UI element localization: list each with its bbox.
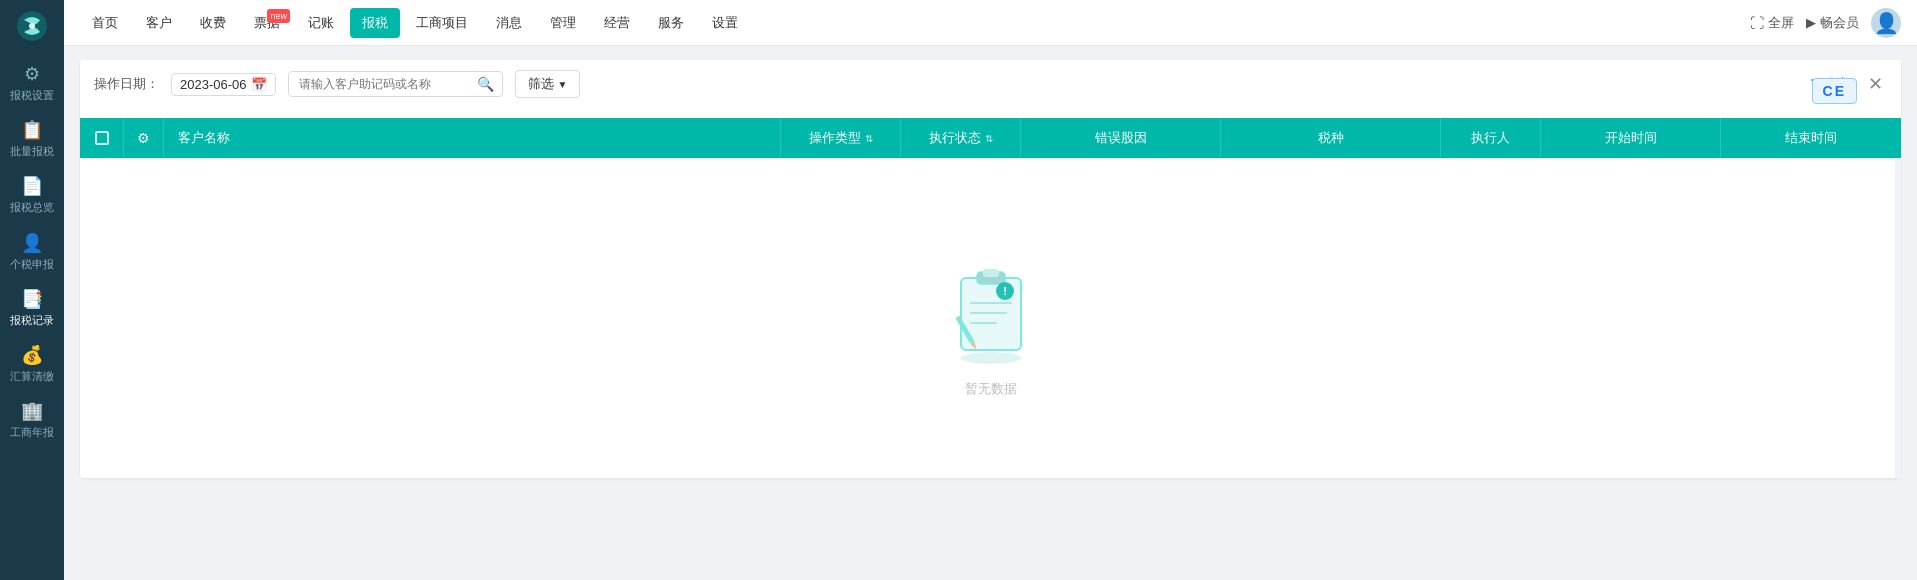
sidebar-item-piliangbaoshui[interactable]: 📋 批量报税 xyxy=(0,110,64,166)
baoshui-shezhi-icon: ⚙ xyxy=(20,62,44,86)
nav-baoshui[interactable]: 报税 xyxy=(350,8,400,38)
ce-badge: CE xyxy=(1812,78,1857,104)
date-value: 2023-06-06 xyxy=(180,77,247,92)
sort-icon-optype: ⇅ xyxy=(865,133,873,144)
filter-button[interactable]: 筛选 ▼ xyxy=(515,70,581,98)
search-box: 🔍 xyxy=(288,71,503,97)
nav-gongshang[interactable]: 工商项目 xyxy=(404,8,480,38)
nav-guanli[interactable]: 管理 xyxy=(538,8,588,38)
calendar-icon: 📅 xyxy=(251,77,267,92)
fullscreen-icon: ⛶ xyxy=(1750,15,1764,31)
select-all-checkbox[interactable] xyxy=(95,131,109,145)
fullscreen-btn[interactable]: ⛶ 全屏 xyxy=(1750,14,1794,32)
th-error: 错误股因 xyxy=(1021,118,1221,158)
nav-jizhang[interactable]: 记账 xyxy=(296,8,346,38)
huisuan-icon: 💰 xyxy=(20,343,44,367)
th-checkbox[interactable] xyxy=(80,118,124,158)
sidebar-item-huisuan[interactable]: 💰 汇算清缴 xyxy=(0,335,64,391)
th-executor: 执行人 xyxy=(1441,118,1541,158)
nav-fuwu[interactable]: 服务 xyxy=(646,8,696,38)
sidebar-item-gongshangnianba-label: 工商年报 xyxy=(10,426,54,439)
nav-piaoju[interactable]: 票据 new xyxy=(242,8,292,38)
main-area: 首页 客户 收费 票据 new 记账 报税 工商项目 消息 管理 经营 服务 设… xyxy=(64,0,1917,580)
filter-bar: 操作日期： 2023-06-06 📅 🔍 筛选 ▼ ↻ 刷新 xyxy=(80,60,1901,108)
baoshuijilu-icon: 📑 xyxy=(20,287,44,311)
sidebar-item-huisuan-label: 汇算清缴 xyxy=(10,370,54,383)
th-tax: 税种 xyxy=(1221,118,1441,158)
th-status[interactable]: 执行状态 ⇅ xyxy=(901,118,1021,158)
content-area: 操作日期： 2023-06-06 📅 🔍 筛选 ▼ ↻ 刷新 xyxy=(64,46,1917,580)
empty-state: ! 暂无数据 xyxy=(80,158,1901,478)
nav-shezhi[interactable]: 设置 xyxy=(700,8,750,38)
sidebar-item-baoshuijilu[interactable]: 📑 报税记录 xyxy=(0,279,64,335)
empty-text: 暂无数据 xyxy=(965,380,1017,398)
filter-label-text: 筛选 xyxy=(528,75,554,93)
search-input[interactable] xyxy=(289,73,469,95)
svg-rect-5 xyxy=(983,269,999,277)
nav-shoufei[interactable]: 收费 xyxy=(188,8,238,38)
sidebar-item-baoshui-shezhi[interactable]: ⚙ 报税设置 xyxy=(0,54,64,110)
table-body: ! 暂无数据 xyxy=(80,158,1901,478)
close-button[interactable]: ✕ xyxy=(1864,73,1887,95)
sidebar-item-geshuishenbao[interactable]: 👤 个税申报 xyxy=(0,223,64,279)
new-badge: new xyxy=(267,9,290,23)
nav-customer[interactable]: 客户 xyxy=(134,8,184,38)
chevron-down-icon: ▼ xyxy=(558,79,568,90)
sidebar-item-baoshui-shezhi-label: 报税设置 xyxy=(10,89,54,102)
top-navigation: 首页 客户 收费 票据 new 记账 报税 工商项目 消息 管理 经营 服务 设… xyxy=(64,0,1917,46)
sidebar: ⚙ 报税设置 📋 批量报税 📄 报税总览 👤 个税申报 📑 报税记录 💰 汇算清… xyxy=(0,0,64,580)
settings-icon: ⚙ xyxy=(137,130,150,146)
th-starttime: 开始时间 xyxy=(1541,118,1721,158)
nav-items: 首页 客户 收费 票据 new 记账 报税 工商项目 消息 管理 经营 服务 设… xyxy=(80,8,1750,38)
date-label: 操作日期： xyxy=(94,75,159,93)
topnav-right: ⛶ 全屏 ▶ 畅会员 👤 xyxy=(1750,8,1901,38)
nav-jingying[interactable]: 经营 xyxy=(592,8,642,38)
sort-icon-status: ⇅ xyxy=(985,133,993,144)
nav-home[interactable]: 首页 xyxy=(80,8,130,38)
th-settings[interactable]: ⚙ xyxy=(124,118,164,158)
nav-xiaoxi[interactable]: 消息 xyxy=(484,8,534,38)
table-container: ⚙ 客户名称 操作类型 ⇅ 执行状态 ⇅ 错误股因 xyxy=(80,118,1901,478)
geshuishenbao-icon: 👤 xyxy=(20,231,44,255)
member-btn[interactable]: ▶ 畅会员 xyxy=(1806,14,1859,32)
table-header: ⚙ 客户名称 操作类型 ⇅ 执行状态 ⇅ 错误股因 xyxy=(80,118,1901,158)
sidebar-item-baoshuizonglan-label: 报税总览 xyxy=(10,201,54,214)
baoshuizonglan-icon: 📄 xyxy=(20,174,44,198)
sidebar-item-gongshangnianba[interactable]: 🏢 工商年报 xyxy=(0,391,64,447)
play-icon: ▶ xyxy=(1806,15,1816,30)
th-endtime: 结束时间 xyxy=(1721,118,1901,158)
search-button[interactable]: 🔍 xyxy=(469,72,502,96)
app-logo[interactable] xyxy=(14,8,50,44)
empty-illustration: ! xyxy=(941,258,1041,368)
th-client: 客户名称 xyxy=(164,118,781,158)
sidebar-item-baoshuijilu-label: 报税记录 xyxy=(10,314,54,327)
scrollbar[interactable] xyxy=(1895,158,1901,478)
piliangbaoshui-icon: 📋 xyxy=(20,118,44,142)
member-label: 畅会员 xyxy=(1820,14,1859,32)
svg-text:!: ! xyxy=(1003,285,1007,297)
svg-point-2 xyxy=(961,352,1021,364)
sidebar-item-piliangbaoshui-label: 批量报税 xyxy=(10,145,54,158)
sidebar-item-geshuishenbao-label: 个税申报 xyxy=(10,258,54,271)
svg-point-1 xyxy=(29,23,35,29)
date-picker[interactable]: 2023-06-06 📅 xyxy=(171,73,276,96)
fullscreen-label: 全屏 xyxy=(1768,14,1794,32)
th-optype[interactable]: 操作类型 ⇅ xyxy=(781,118,901,158)
gongshangnianba-icon: 🏢 xyxy=(20,399,44,423)
sidebar-item-baoshuizonglan[interactable]: 📄 报税总览 xyxy=(0,166,64,222)
user-avatar[interactable]: 👤 xyxy=(1871,8,1901,38)
